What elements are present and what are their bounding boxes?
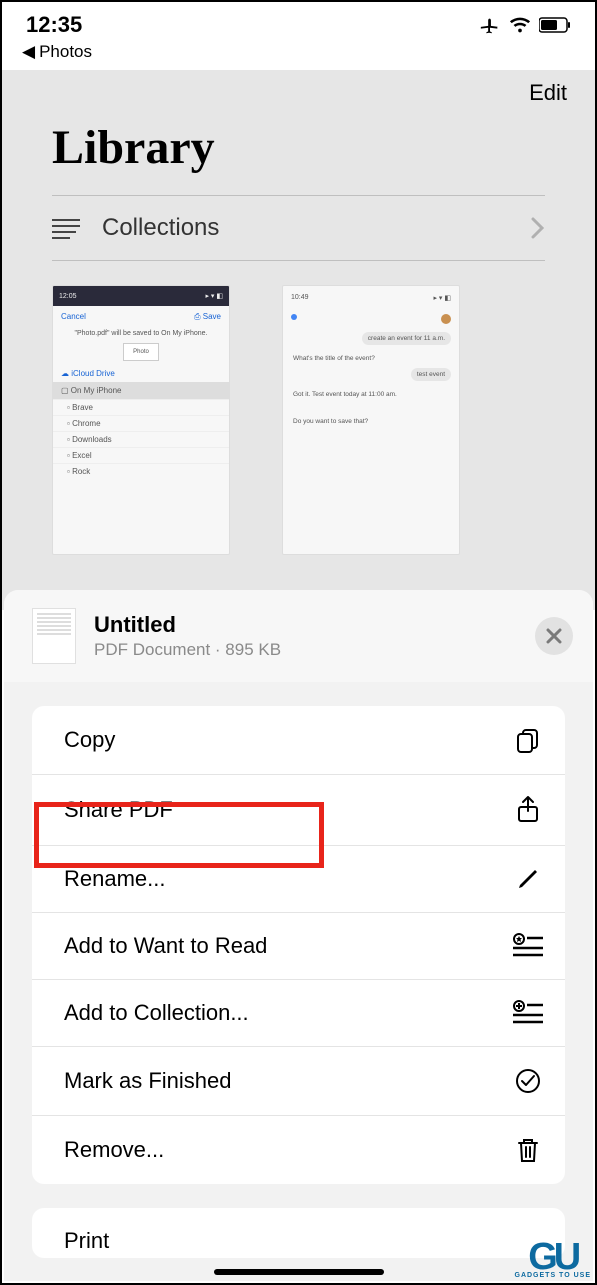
add-to-want-to-read-action[interactable]: Add to Want to Read [32,913,565,980]
document-card-assistant[interactable]: 10:49▸ ▾ ◧ create an event for 11 a.m. W… [282,285,460,555]
page-title: Library [2,112,595,195]
star-list-icon [513,933,543,959]
mark-as-finished-action[interactable]: Mark as Finished [32,1047,565,1116]
sheet-header: Untitled PDF Document · 895 KB [4,590,593,682]
status-time: 12:35 [26,12,82,38]
collections-row[interactable]: Collections [2,196,595,260]
copy-icon [513,726,543,754]
add-collection-label: Add to Collection... [64,1000,249,1026]
remove-label: Remove... [64,1137,164,1163]
action-sheet: Untitled PDF Document · 895 KB Copy Shar… [4,590,593,1281]
home-indicator[interactable] [214,1269,384,1275]
document-title: Untitled [94,612,281,638]
remove-action[interactable]: Remove... [32,1116,565,1184]
topbar: Edit [2,70,595,112]
chevron-right-icon [531,217,545,239]
document-thumbnail-icon [32,608,76,664]
add-want-label: Add to Want to Read [64,933,267,959]
mark-finished-label: Mark as Finished [64,1068,232,1094]
document-subtitle: PDF Document · 895 KB [94,640,281,660]
battery-icon [539,17,571,33]
document-card-files[interactable]: 12:05▸ ▾ ◧ Cancel⎙ Save "Photo.pdf" will… [52,285,230,555]
add-to-collection-action[interactable]: Add to Collection... [32,980,565,1047]
airplane-icon [479,14,501,36]
copy-label: Copy [64,727,115,753]
share-pdf-label: Share PDF [64,797,173,823]
close-button[interactable] [535,617,573,655]
back-triangle-icon: ◀ [22,42,35,62]
watermark: GU GADGETS TO USE [515,1242,592,1279]
status-icons [479,14,571,36]
list-lines-icon [52,217,80,239]
action-group-main: Copy Share PDF Rename... Add to Want to … [32,706,565,1184]
collections-label: Collections [102,214,219,242]
action-group-secondary: Print [32,1208,565,1258]
print-label: Print [64,1228,109,1254]
rename-action[interactable]: Rename... [32,846,565,913]
share-icon [513,795,543,825]
print-action[interactable]: Print [32,1208,565,1258]
library-cards: 12:05▸ ▾ ◧ Cancel⎙ Save "Photo.pdf" will… [2,261,595,555]
wifi-icon [509,14,531,36]
back-label: Photos [39,42,92,62]
plus-list-icon [513,1000,543,1026]
pencil-icon [513,866,543,892]
library-background: Edit Library Collections 12:05▸ ▾ ◧ Canc… [2,70,595,610]
close-icon [546,628,562,644]
trash-icon [513,1136,543,1164]
share-pdf-action[interactable]: Share PDF [32,775,565,846]
rename-label: Rename... [64,866,166,892]
edit-button[interactable]: Edit [529,80,567,106]
back-button[interactable]: ◀ Photos [2,42,595,70]
copy-action[interactable]: Copy [32,706,565,775]
check-circle-icon [513,1067,543,1095]
status-bar: 12:35 [2,2,595,42]
